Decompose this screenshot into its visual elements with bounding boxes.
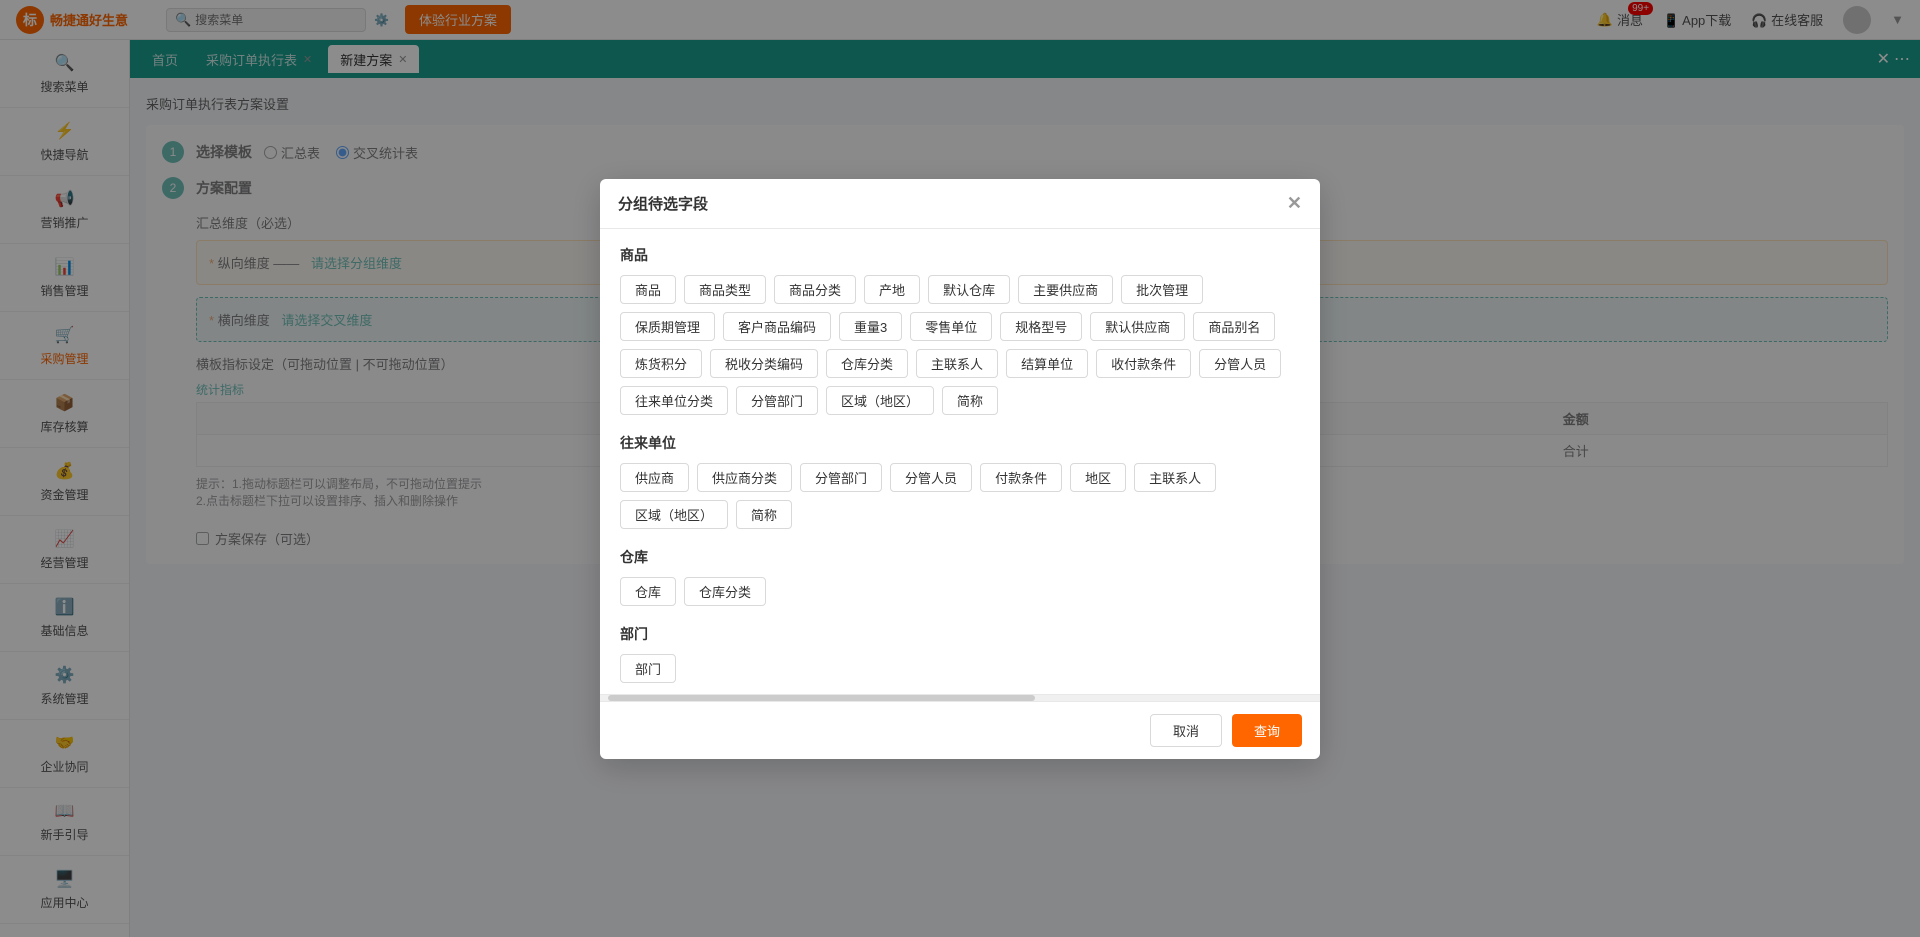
- section-goods-title: 商品: [620, 245, 1300, 265]
- tag-managed-person[interactable]: 分管人员: [890, 463, 972, 492]
- tag-settlement-unit[interactable]: 结算单位: [1006, 349, 1088, 378]
- section-counterpart-title: 往来单位: [620, 433, 1300, 453]
- tag-supplier[interactable]: 供应商: [620, 463, 689, 492]
- goods-tags: 商品 商品类型 商品分类 产地 默认仓库 主要供应商 批次管理 保质期管理 客户…: [620, 275, 1300, 415]
- tag-tax-code[interactable]: 税收分类编码: [710, 349, 818, 378]
- modal-body[interactable]: 商品 商品 商品类型 商品分类 产地 默认仓库 主要供应商 批次管理 保质期管理…: [600, 229, 1320, 694]
- tag-default-warehouse[interactable]: 默认仓库: [928, 275, 1010, 304]
- tag-weight[interactable]: 重量3: [839, 312, 902, 341]
- modal-horizontal-scrollbar[interactable]: [600, 694, 1320, 701]
- tag-abbr[interactable]: 简称: [942, 386, 998, 415]
- tag-dept[interactable]: 分管部门: [736, 386, 818, 415]
- tag-managed-dept[interactable]: 分管部门: [800, 463, 882, 492]
- tag-warehouse-category[interactable]: 仓库分类: [684, 577, 766, 606]
- tag-refine-points[interactable]: 炼货积分: [620, 349, 702, 378]
- section-warehouse: 仓库 仓库 仓库分类: [620, 547, 1300, 606]
- modal-footer: 取消 查询: [600, 701, 1320, 759]
- tag-supervisor[interactable]: 分管人员: [1199, 349, 1281, 378]
- tag-warehouse-cat[interactable]: 仓库分类: [826, 349, 908, 378]
- modal-overlay: 分组待选字段 ✕ 商品 商品 商品类型 商品分类 产地 默认仓库 主要供应商 批…: [0, 0, 1920, 937]
- tag-spec-model[interactable]: 规格型号: [1000, 312, 1082, 341]
- section-warehouse-title: 仓库: [620, 547, 1300, 567]
- tag-contact[interactable]: 主联系人: [1134, 463, 1216, 492]
- tag-region[interactable]: 区域（地区）: [826, 386, 934, 415]
- tag-default-supplier[interactable]: 默认供应商: [1090, 312, 1185, 341]
- section-goods: 商品 商品 商品类型 商品分类 产地 默认仓库 主要供应商 批次管理 保质期管理…: [620, 245, 1300, 415]
- modal-header: 分组待选字段 ✕: [600, 179, 1320, 229]
- modal: 分组待选字段 ✕ 商品 商品 商品类型 商品分类 产地 默认仓库 主要供应商 批…: [600, 179, 1320, 759]
- tag-supplier-cat[interactable]: 供应商分类: [697, 463, 792, 492]
- tag-payment-cond[interactable]: 付款条件: [980, 463, 1062, 492]
- department-tags: 部门: [620, 654, 1300, 683]
- tag-origin[interactable]: 产地: [864, 275, 920, 304]
- tag-counterpart-cat[interactable]: 往来单位分类: [620, 386, 728, 415]
- tag-goods-type[interactable]: 商品类型: [684, 275, 766, 304]
- modal-title: 分组待选字段: [618, 193, 708, 214]
- warehouse-tags: 仓库 仓库分类: [620, 577, 1300, 606]
- section-department-title: 部门: [620, 624, 1300, 644]
- tag-goods-alias[interactable]: 商品别名: [1193, 312, 1275, 341]
- confirm-button[interactable]: 查询: [1232, 714, 1302, 747]
- tag-goods-category[interactable]: 商品分类: [774, 275, 856, 304]
- counterpart-tags: 供应商 供应商分类 分管部门 分管人员 付款条件 地区 主联系人 区域（地区） …: [620, 463, 1300, 529]
- section-department: 部门 部门: [620, 624, 1300, 683]
- modal-close-button[interactable]: ✕: [1287, 194, 1302, 212]
- tag-shelf-life[interactable]: 保质期管理: [620, 312, 715, 341]
- tag-main-supplier[interactable]: 主要供应商: [1018, 275, 1113, 304]
- tag-batch-mgmt[interactable]: 批次管理: [1121, 275, 1203, 304]
- cancel-button[interactable]: 取消: [1150, 714, 1222, 747]
- tag-goods[interactable]: 商品: [620, 275, 676, 304]
- tag-area[interactable]: 地区: [1070, 463, 1126, 492]
- tag-warehouse[interactable]: 仓库: [620, 577, 676, 606]
- tag-region2[interactable]: 区域（地区）: [620, 500, 728, 529]
- tag-abbr2[interactable]: 简称: [736, 500, 792, 529]
- tag-customer-code[interactable]: 客户商品编码: [723, 312, 831, 341]
- tag-payment-terms[interactable]: 收付款条件: [1096, 349, 1191, 378]
- tag-department[interactable]: 部门: [620, 654, 676, 683]
- section-counterpart: 往来单位 供应商 供应商分类 分管部门 分管人员 付款条件 地区 主联系人 区域…: [620, 433, 1300, 529]
- tag-main-contact[interactable]: 主联系人: [916, 349, 998, 378]
- tag-retail-unit[interactable]: 零售单位: [910, 312, 992, 341]
